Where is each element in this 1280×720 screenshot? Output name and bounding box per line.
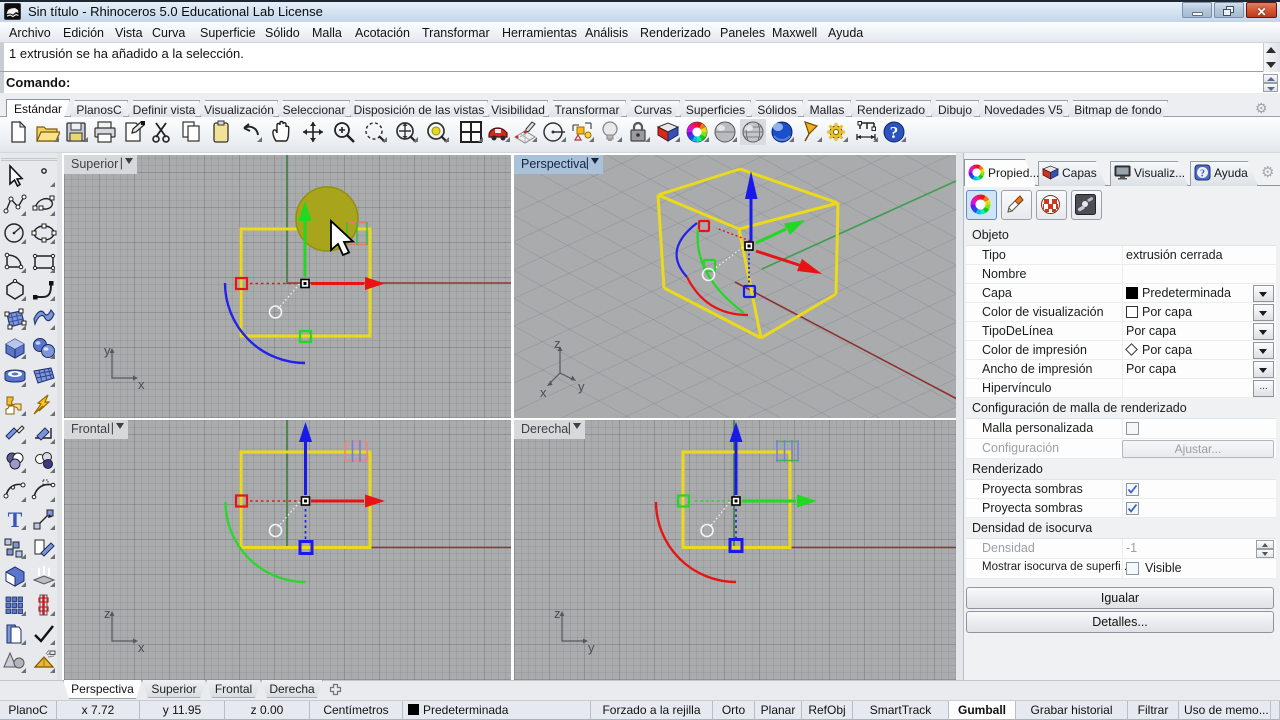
svg-text:?: ?	[890, 123, 899, 142]
svg-text:z: z	[554, 606, 561, 621]
svg-text:x: x	[540, 385, 547, 400]
svg-text:z: z	[554, 336, 561, 351]
svg-text:z: z	[104, 606, 111, 621]
svg-text:x: x	[138, 640, 145, 655]
svg-text:y: y	[588, 640, 595, 655]
svg-text:y: y	[578, 379, 585, 394]
svg-text:?: ?	[1200, 169, 1205, 180]
svg-text:y: y	[104, 343, 111, 358]
svg-text:T: T	[8, 507, 23, 532]
svg-text:x: x	[138, 377, 145, 392]
